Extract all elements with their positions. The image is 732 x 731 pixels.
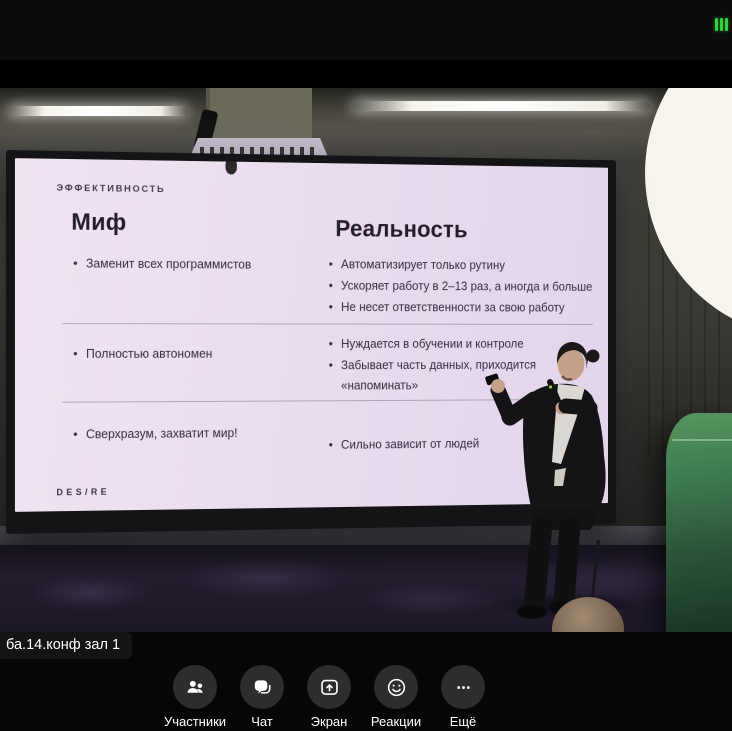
slide-eyebrow: ЭФФЕКТИВНОСТЬ <box>56 182 166 196</box>
participants-label: Участники <box>163 714 227 729</box>
list-item: Заменит всех программистов <box>86 254 307 276</box>
reality-list-row1: Автоматизирует только рутину Ускоряет ра… <box>328 255 608 320</box>
myth-list-row1: Заменит всех программистов <box>72 254 307 277</box>
list-item: Автоматизирует только рутину <box>341 255 608 277</box>
screen-share-label: Экран <box>310 714 348 729</box>
reality-heading: Реальность <box>335 215 468 244</box>
connection-signal-icon <box>715 18 728 31</box>
chat-icon <box>240 665 284 709</box>
brand-logo: DES/RE <box>56 486 110 498</box>
room-name-badge: ба.14.конф зал 1 <box>0 632 133 659</box>
reactions-button[interactable]: Реакции <box>363 665 430 729</box>
chat-label: Чат <box>251 714 273 729</box>
screen-share-icon <box>307 665 351 709</box>
chat-button[interactable]: Чат <box>229 665 296 729</box>
ceiling-light-strip <box>352 101 650 111</box>
list-item: Сверхразум, захватит мир! <box>86 423 317 446</box>
reactions-icon <box>374 665 418 709</box>
signal-bar <box>720 18 723 31</box>
screen-camera <box>225 158 237 175</box>
reactions-label: Реакции <box>370 714 422 729</box>
participants-button[interactable]: Участники <box>162 665 229 729</box>
myth-list-row3: Сверхразум, захватит мир! <box>72 423 316 447</box>
meeting-app-window: ЭФФЕКТИВНОСТЬ Миф Реальность Заменит все… <box>0 0 732 731</box>
more-icon <box>441 665 485 709</box>
list-item: Полностью автономен <box>86 344 307 365</box>
toolbar-buttons-group: Участники Чат Экран Реакции Ещё <box>162 665 497 729</box>
main-video-feed: ЭФФЕКТИВНОСТЬ Миф Реальность Заменит все… <box>0 60 732 632</box>
signal-bar <box>725 18 728 31</box>
signal-bar <box>715 18 718 31</box>
screen-share-button[interactable]: Экран <box>296 665 363 729</box>
top-bar <box>0 0 732 60</box>
ceiling-light-strip <box>8 106 188 116</box>
conference-room-scene: ЭФФЕКТИВНОСТЬ Миф Реальность Заменит все… <box>0 88 732 632</box>
myth-heading: Миф <box>71 208 127 237</box>
more-button[interactable]: Ещё <box>430 665 497 729</box>
list-item: Ускоряет работу в 2–13 раз, а иногда и б… <box>341 276 608 297</box>
green-chair <box>666 413 732 632</box>
presenter-person <box>485 342 606 619</box>
more-label: Ещё <box>449 714 477 729</box>
participants-icon <box>173 665 217 709</box>
list-item: Не несет ответственности за свою работу <box>341 297 608 318</box>
myth-list-row2: Полностью автономен <box>72 344 307 366</box>
